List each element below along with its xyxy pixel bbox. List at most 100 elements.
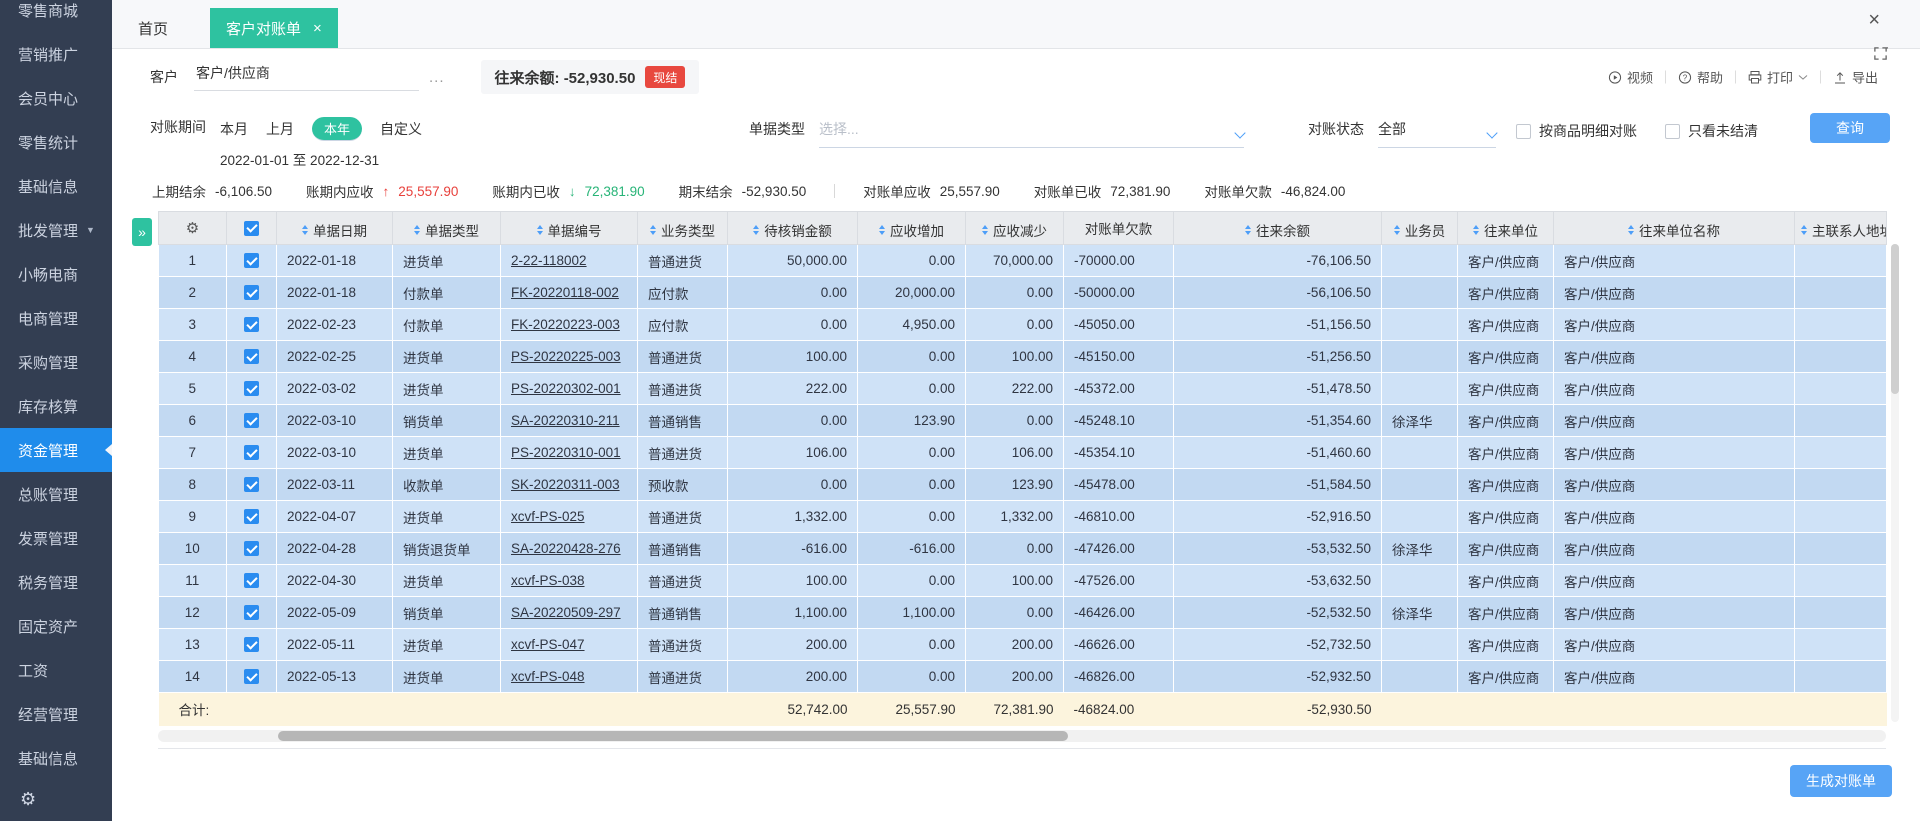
doc-number-link[interactable]: FK-20220223-003 [511, 317, 620, 332]
row-checkbox[interactable] [244, 445, 259, 461]
customer-select[interactable]: 客户/供应商 [194, 63, 419, 91]
doc-number-link[interactable]: SA-20220509-297 [511, 605, 621, 620]
doc-number-link[interactable]: xcvf-PS-047 [511, 637, 585, 652]
sidebar-item-invoice[interactable]: 发票管理 [0, 516, 112, 560]
column-header-unit_name[interactable]: 往来单位名称 [1553, 211, 1795, 245]
sidebar-item-general-ledger[interactable]: 总账管理 [0, 472, 112, 516]
vertical-scrollbar[interactable] [1891, 244, 1899, 722]
print-button[interactable]: 打印 [1748, 68, 1808, 87]
date-range[interactable]: 2022-01-01 至 2022-12-31 [220, 149, 422, 169]
column-header-check[interactable] [226, 211, 277, 245]
more-button[interactable]: ... [429, 69, 445, 86]
sidebar-item-marketing[interactable]: 营销推广 [0, 32, 112, 76]
horizontal-scrollbar[interactable] [158, 729, 1886, 742]
window-close-icon[interactable]: × [1868, 10, 1880, 30]
sidebar-item-operations[interactable]: 经营管理 [0, 692, 112, 736]
sidebar-item-member-center[interactable]: 会员中心 [0, 76, 112, 120]
search-button[interactable]: 查询 [1810, 113, 1890, 143]
doc-number-link[interactable]: FK-20220118-002 [511, 285, 619, 300]
tab-customer-statement[interactable]: 客户对账单 × [210, 8, 338, 48]
sidebar-item-inventory-accounting[interactable]: 库存核算 [0, 384, 112, 428]
sidebar-item-tax[interactable]: 税务管理 [0, 560, 112, 604]
row-checkbox[interactable] [244, 317, 259, 333]
tab-close-icon[interactable]: × [313, 21, 322, 36]
expand-panel-button[interactable]: » [132, 218, 152, 246]
table-row[interactable]: 13 2022-05-11 进货单 xcvf-PS-047 普通进货 200.00 0.00… [158, 628, 1887, 661]
row-checkbox[interactable] [244, 541, 259, 557]
settings-gear-icon[interactable]: ⚙ [20, 789, 36, 810]
doc-type-select[interactable]: 选择... [819, 119, 1246, 148]
row-checkbox[interactable] [244, 669, 259, 685]
row-checkbox[interactable] [244, 253, 259, 269]
help-button[interactable]: ? 帮助 [1678, 68, 1723, 87]
column-header-inc[interactable]: 应收增加 [857, 211, 966, 245]
period-option-last-month[interactable]: 上月 [266, 119, 294, 139]
doc-number-link[interactable]: SA-20220428-276 [511, 541, 621, 556]
status-select[interactable]: 全部 [1378, 119, 1498, 148]
table-row[interactable]: 5 2022-03-02 进货单 PS-20220302-001 普通进货 222.00 0… [158, 372, 1887, 405]
row-checkbox[interactable] [244, 637, 259, 653]
row-checkbox[interactable] [244, 349, 259, 365]
row-checkbox[interactable] [244, 413, 259, 429]
period-option-this-month[interactable]: 本月 [220, 119, 248, 139]
column-header-biz[interactable]: 业务类型 [637, 211, 728, 245]
column-header-no[interactable]: 单据编号 [500, 211, 638, 245]
row-checkbox[interactable] [244, 381, 259, 397]
period-option-custom[interactable]: 自定义 [380, 119, 422, 139]
sidebar-item-funds[interactable]: 资金管理 [0, 428, 112, 472]
table-row[interactable]: 12 2022-05-09 销货单 SA-20220509-297 普通销售 1,100.… [158, 596, 1887, 629]
table-row[interactable]: 4 2022-02-25 进货单 PS-20220225-003 普通进货 100.00 0… [158, 340, 1887, 373]
row-checkbox[interactable] [244, 573, 259, 589]
column-header-balance[interactable]: 往来余额 [1173, 211, 1382, 245]
column-header-dec[interactable]: 应收减少 [965, 211, 1064, 245]
sidebar-item-wholesale[interactable]: 批发管理 ▼ [0, 208, 112, 252]
table-row[interactable]: 14 2022-05-13 进货单 xcvf-PS-048 普通进货 200.00 0.00… [158, 660, 1887, 693]
table-row[interactable]: 9 2022-04-07 进货单 xcvf-PS-025 普通进货 1,332.00 0.0… [158, 500, 1887, 533]
doc-number-link[interactable]: PS-20220302-001 [511, 381, 621, 396]
scrollbar-thumb[interactable] [278, 730, 1068, 741]
fullscreen-icon[interactable] [1873, 46, 1896, 66]
row-checkbox[interactable] [244, 605, 259, 621]
table-row[interactable]: 8 2022-03-11 收款单 SK-20220311-003 预收款 0.00 0.00… [158, 468, 1887, 501]
sidebar-item-purchasing[interactable]: 采购管理 [0, 340, 112, 384]
doc-number-link[interactable]: PS-20220310-001 [511, 445, 621, 460]
table-row[interactable]: 11 2022-04-30 进货单 xcvf-PS-038 普通进货 100.00 0.00… [158, 564, 1887, 597]
doc-number-link[interactable]: xcvf-PS-048 [511, 669, 585, 684]
sidebar-item-basic-info[interactable]: 基础信息 [0, 164, 112, 208]
settings-gear-icon[interactable]: ⚙ [186, 220, 199, 237]
table-row[interactable]: 3 2022-02-23 付款单 FK-20220223-003 应付款 0.00 4,95… [158, 308, 1887, 341]
video-button[interactable]: 视频 [1608, 68, 1653, 87]
doc-number-link[interactable]: PS-20220225-003 [511, 349, 621, 364]
sidebar-item-basic-info-2[interactable]: 基础信息 [0, 736, 112, 780]
row-checkbox[interactable] [244, 477, 259, 493]
column-header-date[interactable]: 单据日期 [276, 211, 393, 245]
column-header-type[interactable]: 单据类型 [392, 211, 501, 245]
column-header-amount[interactable]: 待核销金额 [727, 211, 858, 245]
table-row[interactable]: 6 2022-03-10 销货单 SA-20220310-211 普通销售 0.00 123… [158, 404, 1887, 437]
sidebar-item-payroll[interactable]: 工资 [0, 648, 112, 692]
table-row[interactable]: 1 2022-01-18 进货单 2-22-118002 普通进货 50,000.00 0.… [158, 244, 1887, 277]
doc-number-link[interactable]: xcvf-PS-025 [511, 509, 585, 524]
table-row[interactable]: 2 2022-01-18 付款单 FK-20220118-002 应付款 0.00 20,0… [158, 276, 1887, 309]
column-header-addr[interactable]: 主联系人地址 [1794, 211, 1887, 245]
export-button[interactable]: 导出 [1833, 68, 1878, 87]
doc-number-link[interactable]: xcvf-PS-038 [511, 573, 585, 588]
sidebar-item-xiaochang-ecommerce[interactable]: 小畅电商 [0, 252, 112, 296]
column-header-salesman[interactable]: 业务员 [1381, 211, 1458, 245]
tab-home[interactable]: 首页 [118, 8, 188, 48]
sidebar-item-fixed-assets[interactable]: 固定资产 [0, 604, 112, 648]
period-option-this-year[interactable]: 本年 [312, 117, 363, 141]
sidebar-item-retail-mall[interactable]: 零售商城 [0, 0, 112, 32]
column-header-unit[interactable]: 往来单位 [1457, 211, 1554, 245]
sidebar-item-ecommerce[interactable]: 电商管理 [0, 296, 112, 340]
select-all-checkbox[interactable] [244, 220, 259, 236]
row-checkbox[interactable] [244, 509, 259, 525]
doc-number-link[interactable]: SK-20220311-003 [511, 477, 620, 492]
detail-reconcile-checkbox[interactable]: 按商品明细对账 [1516, 121, 1637, 141]
doc-number-link[interactable]: 2-22-118002 [511, 253, 587, 268]
doc-number-link[interactable]: SA-20220310-211 [511, 413, 620, 428]
sidebar-item-retail-stats[interactable]: 零售统计 [0, 120, 112, 164]
row-checkbox[interactable] [244, 285, 259, 301]
table-row[interactable]: 10 2022-04-28 销货退货单 SA-20220428-276 普通销售 -616… [158, 532, 1887, 565]
column-header-gear[interactable]: ⚙ [158, 211, 227, 245]
